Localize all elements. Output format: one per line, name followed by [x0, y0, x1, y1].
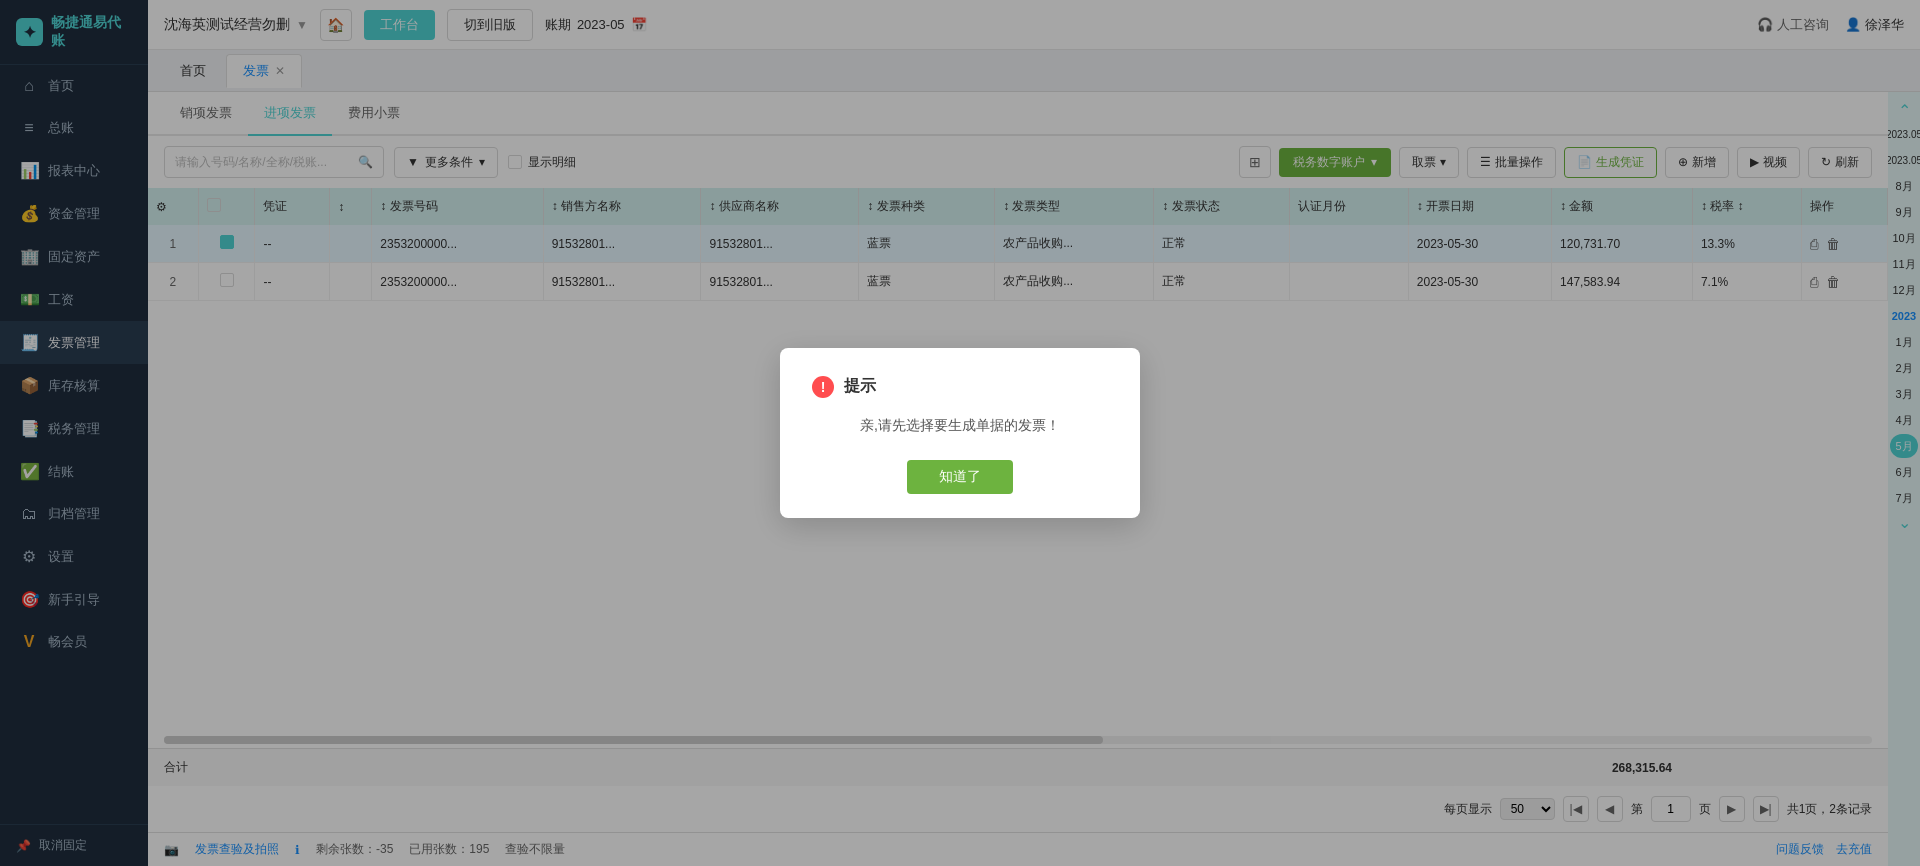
modal-title-row: ! 提示	[812, 376, 1108, 398]
modal-title-text: 提示	[844, 376, 876, 397]
modal-dialog: ! 提示 亲,请先选择要生成单据的发票！ 知道了	[780, 348, 1140, 518]
modal-footer: 知道了	[812, 460, 1108, 494]
modal-warning-icon: !	[812, 376, 834, 398]
modal-overlay: ! 提示 亲,请先选择要生成单据的发票！ 知道了	[0, 0, 1920, 866]
modal-message: 亲,请先选择要生成单据的发票！	[812, 414, 1108, 436]
modal-confirm-button[interactable]: 知道了	[907, 460, 1013, 494]
